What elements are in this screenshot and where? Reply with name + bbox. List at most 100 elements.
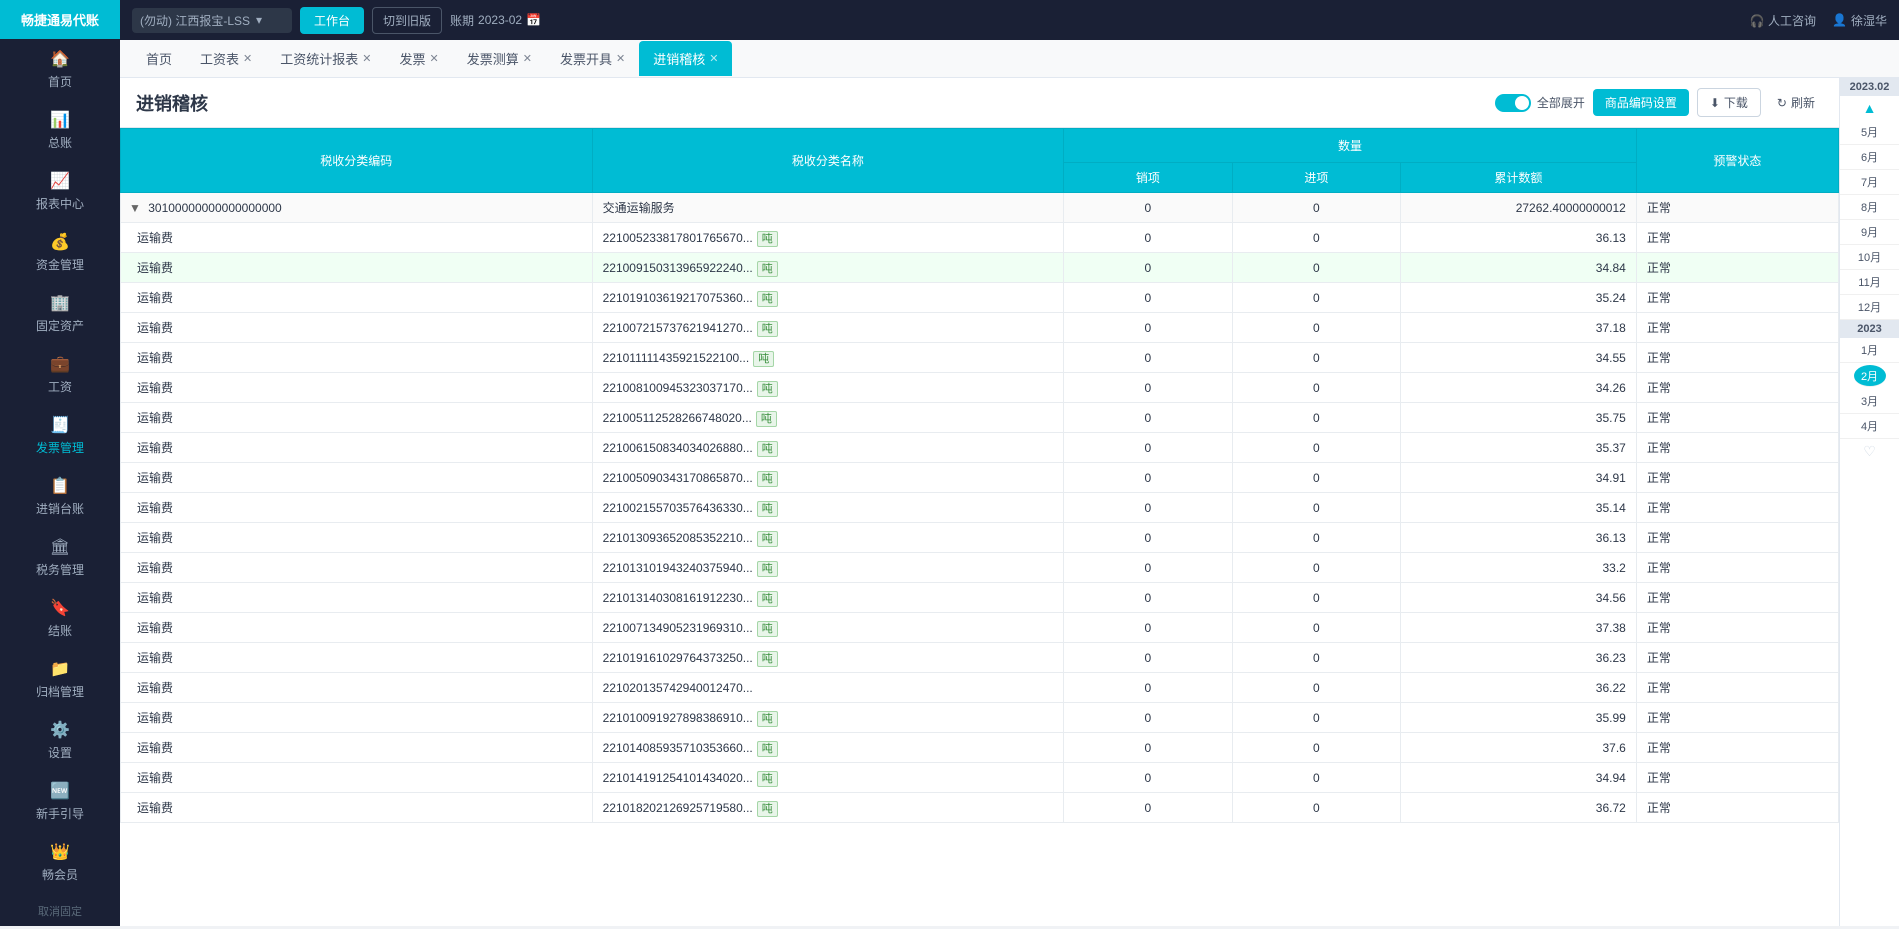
sales-ledger-icon: 📋: [50, 476, 70, 496]
tax-name-cell: 221019161029764373250...吨: [592, 643, 1064, 673]
tax-name-cell: 交通运输服务: [592, 193, 1064, 223]
sidebar-item-settings[interactable]: ⚙️ 设置: [0, 710, 120, 771]
tab-invoice-calc[interactable]: 发票测算 ✕: [453, 41, 546, 76]
calendar-month-3[interactable]: 3月: [1840, 389, 1899, 414]
sidebar-item-assets[interactable]: 🏢 固定资产: [0, 283, 120, 344]
status-cell: 正常: [1636, 433, 1838, 463]
sidebar-item-finance[interactable]: 💰 资金管理: [0, 222, 120, 283]
sidebar-item-settle[interactable]: 🔖 结账: [0, 588, 120, 649]
tab-payroll[interactable]: 工资表 ✕: [186, 41, 266, 76]
tab-invoice-calc-close[interactable]: ✕: [523, 52, 532, 65]
sidebar-item-sales-ledger[interactable]: 📋 进销台账: [0, 466, 120, 527]
calendar-month-8[interactable]: 8月: [1840, 195, 1899, 220]
cumulative-cell: 36.72: [1401, 793, 1637, 823]
workbench-button[interactable]: 工作台: [300, 7, 364, 34]
calendar-month-10[interactable]: 10月: [1840, 245, 1899, 270]
table-row[interactable]: 运输费 221010091927898386910...吨 0 0 35.99 …: [121, 703, 1839, 733]
calendar-month-11[interactable]: 11月: [1840, 270, 1899, 295]
xiaoxiang-cell: 0: [1064, 343, 1232, 373]
payroll-icon: 💼: [50, 354, 70, 374]
sidebar-item-tax[interactable]: 🏛 税务管理: [0, 527, 120, 588]
download-icon: ⬇: [1710, 96, 1720, 110]
toggle-track[interactable]: [1495, 94, 1531, 112]
calendar-month-12[interactable]: 12月: [1840, 295, 1899, 320]
table-row[interactable]: 运输费 221020135742940012470... 0 0 36.22 正…: [121, 673, 1839, 703]
table-row[interactable]: 运输费 221019103619217075360...吨 0 0 35.24 …: [121, 283, 1839, 313]
data-table-wrapper[interactable]: 税收分类编码 税收分类名称 数量 预警状态 销项 进项 累计数额: [120, 128, 1839, 926]
table-row[interactable]: ▼ 30100000000000000000 交通运输服务 0 0 27262.…: [121, 193, 1839, 223]
jinxiang-cell: 0: [1232, 253, 1400, 283]
xiaoxiang-cell: 0: [1064, 493, 1232, 523]
table-row[interactable]: 运输费 221013101943240375940...吨 0 0 33.2 正…: [121, 553, 1839, 583]
table-row[interactable]: 运输费 221005233817801765670...吨 0 0 36.13 …: [121, 223, 1839, 253]
sidebar-item-label: 畅会员: [42, 866, 78, 883]
tab-invoice-close[interactable]: ✕: [430, 52, 439, 65]
table-row[interactable]: 运输费 221007134905231969310...吨 0 0 37.38 …: [121, 613, 1839, 643]
table-row[interactable]: 运输费 221013140308161912230...吨 0 0 34.56 …: [121, 583, 1839, 613]
tab-invoice-issue[interactable]: 发票开具 ✕: [546, 41, 639, 76]
tab-payroll-stats[interactable]: 工资统计报表 ✕: [266, 41, 385, 76]
tab-payroll-stats-close[interactable]: ✕: [362, 52, 371, 65]
calendar-month-7[interactable]: 7月: [1840, 170, 1899, 195]
calendar-month-2-active[interactable]: 2月: [1854, 365, 1886, 387]
heart-icon: ♡: [1840, 439, 1899, 464]
cumulative-cell: 34.55: [1401, 343, 1637, 373]
table-row[interactable]: 运输费 221007215737621941270...吨 0 0 37.18 …: [121, 313, 1839, 343]
jinxiang-cell: 0: [1232, 343, 1400, 373]
finance-icon: 💰: [50, 232, 70, 252]
table-row[interactable]: 运输费 221005112528266748020...吨 0 0 35.75 …: [121, 403, 1839, 433]
tab-home[interactable]: 首页: [132, 41, 186, 76]
switch-button[interactable]: 切到旧版: [372, 7, 442, 34]
table-row[interactable]: 运输费 221013093652085352210...吨 0 0 36.13 …: [121, 523, 1839, 553]
calendar-month-1[interactable]: 1月: [1840, 338, 1899, 363]
expand-toggle[interactable]: 全部展开: [1495, 94, 1585, 112]
sidebar-item-reports[interactable]: 📈 报表中心: [0, 161, 120, 222]
sidebar-item-vip[interactable]: 👑 畅会员: [0, 832, 120, 893]
calendar-month-4[interactable]: 4月: [1840, 414, 1899, 439]
sidebar-item-guide[interactable]: 🆕 新手引导: [0, 771, 120, 832]
table-row[interactable]: 运输费 221009150313965922240...吨 0 0 34.84 …: [121, 253, 1839, 283]
download-button[interactable]: ⬇ 下载: [1697, 88, 1761, 117]
table-row[interactable]: 运输费 221005090343170865870...吨 0 0 34.91 …: [121, 463, 1839, 493]
calendar-icon: 📅: [526, 13, 541, 27]
table-row[interactable]: 运输费 221019161029764373250...吨 0 0 36.23 …: [121, 643, 1839, 673]
jinxiang-cell: 0: [1232, 673, 1400, 703]
calendar-up-nav[interactable]: ▲: [1840, 96, 1899, 120]
calendar-month-6[interactable]: 6月: [1840, 145, 1899, 170]
tab-payroll-close[interactable]: ✕: [243, 52, 252, 65]
sidebar-item-payroll[interactable]: 💼 工资: [0, 344, 120, 405]
tab-reconcile-close[interactable]: ✕: [709, 52, 718, 65]
sidebar-item-ledger[interactable]: 📊 总账: [0, 100, 120, 161]
sidebar-item-label: 报表中心: [36, 195, 84, 212]
tab-invoice[interactable]: 发票 ✕: [385, 41, 452, 76]
tab-invoice-issue-close[interactable]: ✕: [616, 52, 625, 65]
col-quantity-group: 数量: [1064, 129, 1637, 163]
table-row[interactable]: 运输费 221018202126925719580...吨 0 0 36.72 …: [121, 793, 1839, 823]
table-row[interactable]: 运输费 221011111435921522100...吨 0 0 34.55 …: [121, 343, 1839, 373]
col-cumulative: 累计数额: [1401, 163, 1637, 193]
unpin-button[interactable]: 取消固定: [0, 893, 120, 929]
toggle-thumb: [1515, 96, 1529, 110]
sidebar-item-invoice[interactable]: 🧾 发票管理: [0, 405, 120, 466]
table-row[interactable]: 运输费 221002155703576436330...吨 0 0 35.14 …: [121, 493, 1839, 523]
period-label: 账期: [450, 12, 474, 29]
period-value: 2023-02: [478, 13, 522, 27]
table-row[interactable]: 运输费 221008100945323037170...吨 0 0 34.26 …: [121, 373, 1839, 403]
user-menu[interactable]: 👤 徐湿华: [1832, 12, 1887, 29]
status-cell: 正常: [1636, 493, 1838, 523]
tab-reconcile[interactable]: 进销稽核 ✕: [639, 41, 732, 76]
table-row[interactable]: 运输费 221006150834034026880...吨 0 0 35.37 …: [121, 433, 1839, 463]
sidebar-item-archive[interactable]: 📁 归档管理: [0, 649, 120, 710]
xiaoxiang-cell: 0: [1064, 673, 1232, 703]
xiaoxiang-cell: 0: [1064, 583, 1232, 613]
settings-button[interactable]: 商品编码设置: [1593, 89, 1689, 116]
xiaoxiang-cell: 0: [1064, 613, 1232, 643]
sidebar-item-home[interactable]: 🏠 首页: [0, 39, 120, 100]
refresh-button[interactable]: ↻ 刷新: [1769, 89, 1823, 116]
calendar-month-9[interactable]: 9月: [1840, 220, 1899, 245]
calendar-month-5[interactable]: 5月: [1840, 120, 1899, 145]
support-link[interactable]: 🎧 人工咨询: [1750, 12, 1816, 29]
table-row[interactable]: 运输费 221014191254101434020...吨 0 0 34.94 …: [121, 763, 1839, 793]
table-row[interactable]: 运输费 221014085935710353660...吨 0 0 37.6 正…: [121, 733, 1839, 763]
company-selector[interactable]: (勿动) 江西报宝-LSS ▾: [132, 8, 292, 33]
